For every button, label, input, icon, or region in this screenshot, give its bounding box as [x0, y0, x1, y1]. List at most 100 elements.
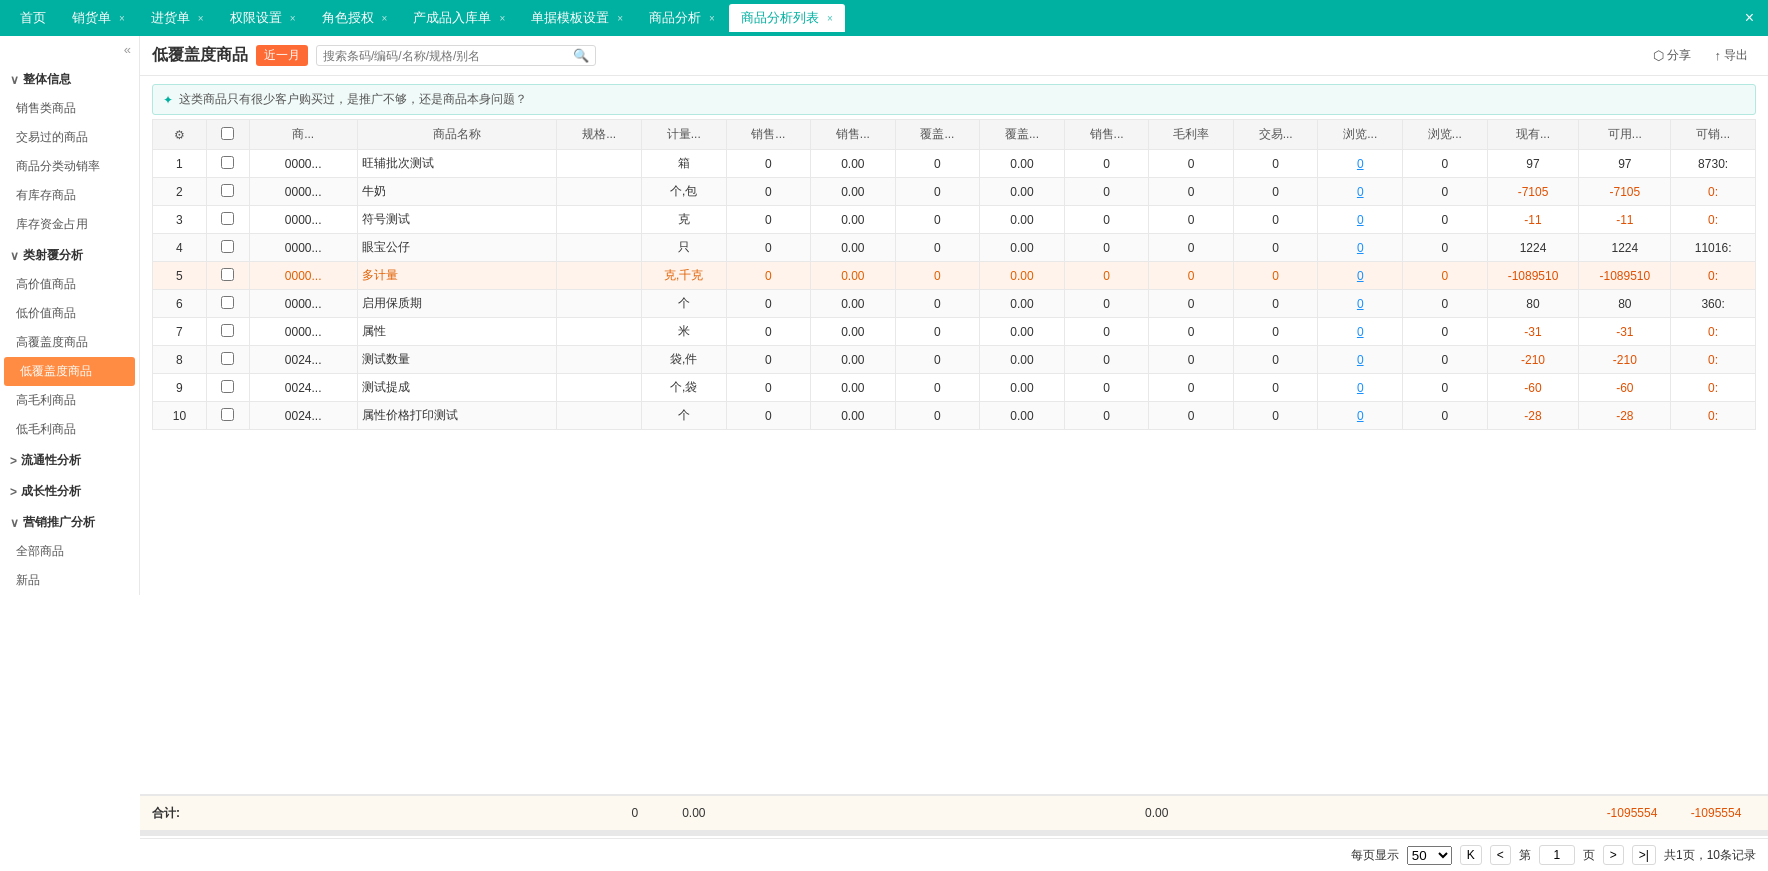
- sidebar-item-all-goods[interactable]: 全部商品: [0, 537, 139, 566]
- nav-tab-sales-close[interactable]: ×: [119, 13, 125, 24]
- col-header-s1[interactable]: 销售...: [726, 120, 811, 150]
- horizontal-scrollbar[interactable]: [140, 830, 1768, 836]
- sidebar-item-stock-capital[interactable]: 库存资金占用: [0, 210, 139, 239]
- col-header-b1[interactable]: 浏览...: [1318, 120, 1403, 150]
- cell-c1: 0: [895, 234, 980, 262]
- search-input[interactable]: [323, 49, 573, 63]
- nav-tab-sales[interactable]: 销货单 ×: [60, 4, 137, 32]
- cell-b1[interactable]: 0: [1318, 346, 1403, 374]
- col-header-t1[interactable]: 交易...: [1233, 120, 1318, 150]
- cell-spec: [557, 346, 642, 374]
- cell-b1[interactable]: 0: [1318, 402, 1403, 430]
- cell-b1[interactable]: 0: [1318, 262, 1403, 290]
- sidebar-item-sales-goods[interactable]: 销售类商品: [0, 94, 139, 123]
- cell-check[interactable]: [206, 178, 249, 206]
- sidebar-section-liquidity[interactable]: > 流通性分析: [0, 444, 139, 475]
- sidebar-item-low-coverage[interactable]: 低覆盖度商品: [4, 357, 135, 386]
- nav-tab-purchase[interactable]: 进货单 ×: [139, 4, 216, 32]
- prev-page-button[interactable]: <: [1490, 845, 1511, 865]
- nav-tab-analysis-list-close[interactable]: ×: [827, 13, 833, 24]
- nav-tab-analysis-close[interactable]: ×: [709, 13, 715, 24]
- nav-tab-permission-close[interactable]: ×: [290, 13, 296, 24]
- cell-num: 2: [153, 178, 207, 206]
- next-page-button[interactable]: >: [1603, 845, 1624, 865]
- cell-check[interactable]: [206, 234, 249, 262]
- nav-tab-template[interactable]: 单据模板设置 ×: [519, 4, 635, 32]
- sidebar-section-growth[interactable]: > 成长性分析: [0, 475, 139, 506]
- cell-s2: 0.00: [811, 346, 896, 374]
- nav-tab-purchase-close[interactable]: ×: [198, 13, 204, 24]
- col-header-code[interactable]: 商...: [249, 120, 357, 150]
- date-filter-button[interactable]: 近一月: [256, 45, 308, 66]
- sidebar-section-overall[interactable]: ∨ 整体信息: [0, 63, 139, 94]
- export-button[interactable]: ↑ 导出: [1707, 44, 1757, 67]
- window-close-button[interactable]: ×: [1739, 9, 1760, 27]
- cell-name: 测试提成: [357, 374, 557, 402]
- sidebar-item-high-coverage[interactable]: 高覆盖度商品: [0, 328, 139, 357]
- sidebar-item-high-margin[interactable]: 高毛利商品: [0, 386, 139, 415]
- page-size-select[interactable]: 50 20 100: [1407, 846, 1452, 865]
- col-header-name[interactable]: 商品名称: [357, 120, 557, 150]
- sidebar-collapse-btn[interactable]: «: [124, 42, 131, 57]
- sidebar-item-low-margin[interactable]: 低毛利商品: [0, 415, 139, 444]
- cell-b1[interactable]: 0: [1318, 178, 1403, 206]
- cell-c2: 0.00: [980, 206, 1065, 234]
- cell-check[interactable]: [206, 374, 249, 402]
- nav-tab-analysis[interactable]: 商品分析 ×: [637, 4, 727, 32]
- sidebar-item-new-goods[interactable]: 新品: [0, 566, 139, 595]
- nav-tab-production-close[interactable]: ×: [499, 13, 505, 24]
- table-row: 5 0000... 多计量 克,千克 0 0.00 0 0.00 0 0 0 0…: [153, 262, 1756, 290]
- cell-b1[interactable]: 0: [1318, 318, 1403, 346]
- sidebar-item-low-value[interactable]: 低价值商品: [0, 299, 139, 328]
- sidebar-item-traded-goods[interactable]: 交易过的商品: [0, 123, 139, 152]
- col-header-b2[interactable]: 浏览...: [1403, 120, 1488, 150]
- share-button[interactable]: ⬡ 分享: [1645, 44, 1699, 67]
- sidebar-section-coverage[interactable]: ∨ 类射覆分析: [0, 239, 139, 270]
- nav-tab-template-close[interactable]: ×: [617, 13, 623, 24]
- cell-check[interactable]: [206, 318, 249, 346]
- cell-b2: 0: [1403, 206, 1488, 234]
- cell-num: 6: [153, 290, 207, 318]
- nav-tab-role-close[interactable]: ×: [382, 13, 388, 24]
- col-header-saleable[interactable]: 可销...: [1671, 120, 1756, 150]
- nav-tab-role[interactable]: 角色授权 ×: [310, 4, 400, 32]
- cell-check[interactable]: [206, 150, 249, 178]
- settings-icon[interactable]: ⚙: [174, 128, 185, 142]
- first-page-button[interactable]: K: [1460, 845, 1482, 865]
- col-header-unit[interactable]: 计量...: [641, 120, 726, 150]
- cell-t1: 0: [1233, 234, 1318, 262]
- col-header-c1[interactable]: 覆盖...: [895, 120, 980, 150]
- sidebar-section-marketing[interactable]: ∨ 营销推广分析: [0, 506, 139, 537]
- col-header-c2[interactable]: 覆盖...: [980, 120, 1065, 150]
- select-all-checkbox[interactable]: [221, 127, 234, 140]
- cell-b1[interactable]: 0: [1318, 290, 1403, 318]
- col-header-check[interactable]: [206, 120, 249, 150]
- col-header-s3[interactable]: 销售...: [1064, 120, 1149, 150]
- col-header-stock[interactable]: 现有...: [1487, 120, 1579, 150]
- cell-check[interactable]: [206, 262, 249, 290]
- cell-stock: 1224: [1487, 234, 1579, 262]
- nav-tab-home[interactable]: 首页: [8, 4, 58, 32]
- cell-check[interactable]: [206, 206, 249, 234]
- page-number-input[interactable]: [1539, 845, 1575, 865]
- col-header-spec[interactable]: 规格...: [557, 120, 642, 150]
- sidebar-item-category-rate[interactable]: 商品分类动销率: [0, 152, 139, 181]
- col-header-available[interactable]: 可用...: [1579, 120, 1671, 150]
- nav-tab-permission[interactable]: 权限设置 ×: [218, 4, 308, 32]
- sidebar-item-high-value[interactable]: 高价值商品: [0, 270, 139, 299]
- cell-b1[interactable]: 0: [1318, 234, 1403, 262]
- cell-check[interactable]: [206, 290, 249, 318]
- sidebar-item-stock-goods[interactable]: 有库存商品: [0, 181, 139, 210]
- nav-tab-production[interactable]: 产成品入库单 ×: [401, 4, 517, 32]
- cell-check[interactable]: [206, 346, 249, 374]
- cell-check[interactable]: [206, 402, 249, 430]
- last-page-button[interactable]: >|: [1632, 845, 1656, 865]
- col-header-margin[interactable]: 毛利率: [1149, 120, 1234, 150]
- nav-tab-analysis-list[interactable]: 商品分析列表 ×: [729, 4, 845, 32]
- col-header-s2[interactable]: 销售...: [811, 120, 896, 150]
- total-row: 合计: 0 0.00 0.00 -1095554 -1095554: [140, 794, 1768, 830]
- cell-b1[interactable]: 0: [1318, 206, 1403, 234]
- table-row: 2 0000... 牛奶 个,包 0 0.00 0 0.00 0 0 0 0 0…: [153, 178, 1756, 206]
- cell-b1[interactable]: 0: [1318, 374, 1403, 402]
- cell-b1[interactable]: 0: [1318, 150, 1403, 178]
